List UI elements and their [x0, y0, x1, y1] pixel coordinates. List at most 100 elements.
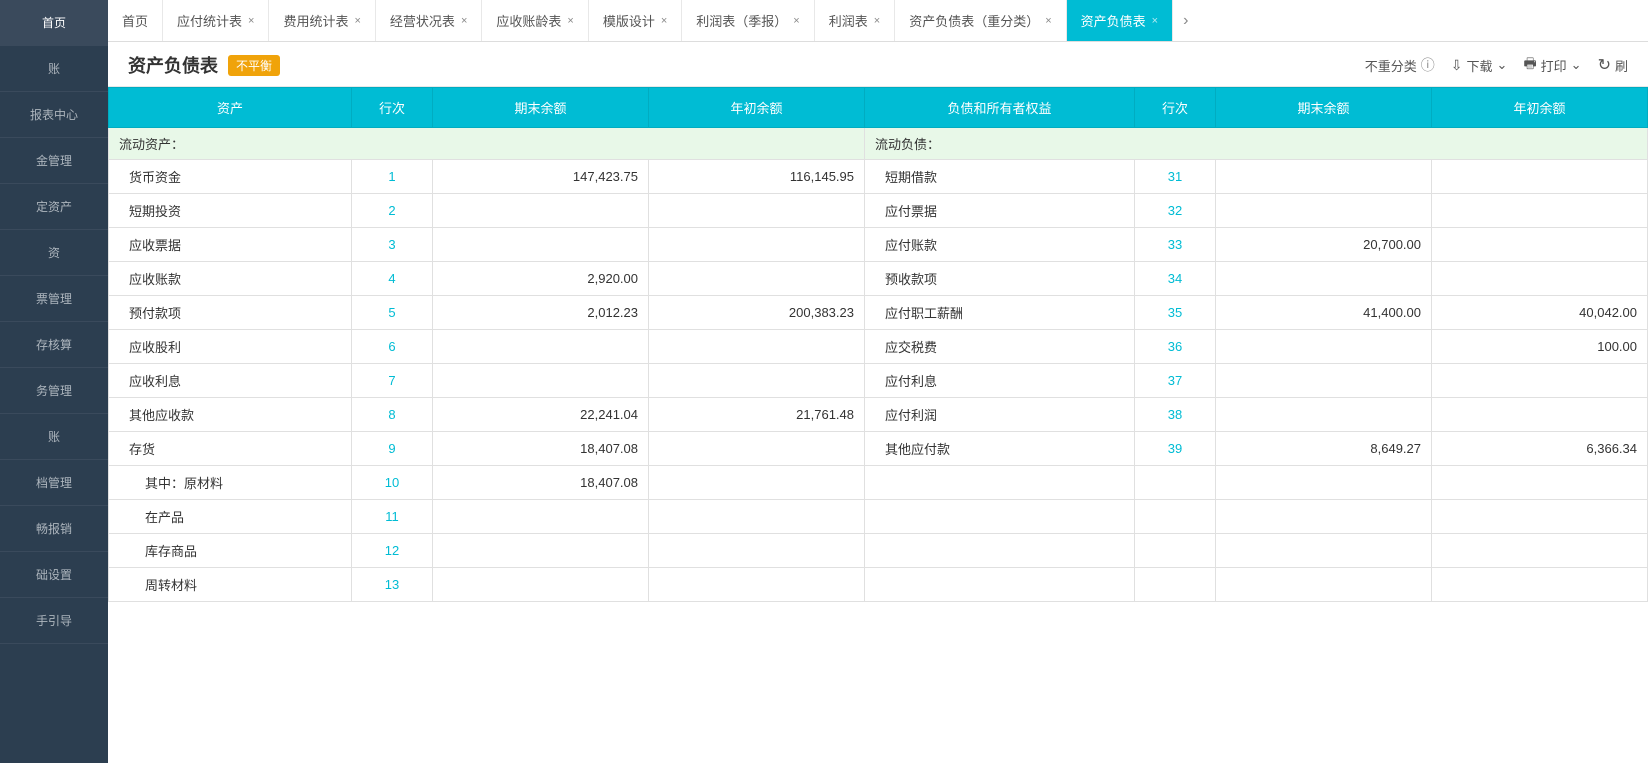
sidebar-item-expense[interactable]: 畅报销 [0, 506, 108, 552]
col-header-begin-balance: 年初余额 [649, 88, 865, 128]
col-header-end-balance2: 期末余额 [1216, 88, 1432, 128]
close-tab-payable-stats[interactable]: × [248, 15, 254, 27]
col-header-row-num: 行次 [352, 88, 433, 128]
close-tab-receivable-aging[interactable]: × [567, 15, 573, 27]
tab-profit[interactable]: 利润表 × [815, 0, 895, 42]
print-action[interactable]: 🖶 打印 ⌄ [1523, 53, 1581, 77]
liability-end-balance [1216, 500, 1432, 534]
refresh-action[interactable]: ↻ 刷 [1598, 55, 1628, 75]
liability-end-balance: 8,649.27 [1216, 432, 1432, 466]
close-tab-balance[interactable]: × [1152, 15, 1158, 27]
section-asset-label: 流动资产： [109, 128, 865, 160]
close-tab-template-design[interactable]: × [661, 15, 667, 27]
liability-label [865, 466, 1135, 500]
liability-begin-balance: 6,366.34 [1432, 432, 1648, 466]
liability-label: 应付职工薪酬 [865, 296, 1135, 330]
sidebar-item-inventory[interactable]: 存核算 [0, 322, 108, 368]
asset-end-balance [433, 500, 649, 534]
table-row: 存货 9 18,407.08 其他应付款 39 8,649.27 6,366.3… [109, 432, 1648, 466]
col-header-liability: 负债和所有者权益 [865, 88, 1135, 128]
tab-operation[interactable]: 经营状况表 × [376, 0, 482, 42]
sidebar-item-bill[interactable]: 票管理 [0, 276, 108, 322]
liability-label: 短期借款 [865, 160, 1135, 194]
table-row: 其中：原材料 10 18,407.08 [109, 466, 1648, 500]
sidebar-item-archive[interactable]: 档管理 [0, 460, 108, 506]
liability-end-balance [1216, 194, 1432, 228]
page-header: 资产负债表 不平衡 不重分类 ⓘ ⇩ 下载 ⌄ 🖶 打印 ⌄ ↻ 刷 [108, 42, 1648, 87]
sidebar-item-tax[interactable]: 务管理 [0, 368, 108, 414]
asset-begin-balance [649, 194, 865, 228]
sidebar-item-ledger[interactable]: 账 [0, 414, 108, 460]
tab-payable-stats[interactable]: 应付统计表 × [163, 0, 269, 42]
liability-label: 应付账款 [865, 228, 1135, 262]
sidebar-item-settings[interactable]: 础设置 [0, 552, 108, 598]
asset-end-balance [433, 534, 649, 568]
download-action[interactable]: ⇩ 下载 ⌄ [1451, 56, 1508, 75]
liability-label: 应付利润 [865, 398, 1135, 432]
asset-row-num: 3 [352, 228, 433, 262]
sidebar-item-account[interactable]: 账 [0, 46, 108, 92]
asset-begin-balance [649, 262, 865, 296]
asset-label: 应收股利 [109, 330, 352, 364]
liability-row-num [1135, 534, 1216, 568]
print-arrow-icon: ⌄ [1571, 57, 1582, 73]
sidebar-item-home[interactable]: 首页 [0, 0, 108, 46]
table-row: 应收票据 3 应付账款 33 20,700.00 [109, 228, 1648, 262]
asset-label: 应收账款 [109, 262, 352, 296]
table-row: 库存商品 12 [109, 534, 1648, 568]
sidebar-item-fund[interactable]: 金管理 [0, 138, 108, 184]
asset-row-num: 5 [352, 296, 433, 330]
liability-end-balance [1216, 262, 1432, 296]
asset-label: 应收利息 [109, 364, 352, 398]
liability-row-num: 33 [1135, 228, 1216, 262]
not-reclassify-action[interactable]: 不重分类 ⓘ [1365, 55, 1435, 75]
tab-scroll-right[interactable]: › [1173, 12, 1198, 30]
liability-label: 应交税费 [865, 330, 1135, 364]
close-tab-profit-quarterly[interactable]: × [793, 15, 799, 27]
close-tab-expense-stats[interactable]: × [354, 15, 360, 27]
table-section-header: 流动资产： 流动负债： [109, 128, 1648, 160]
col-header-asset: 资产 [109, 88, 352, 128]
sidebar: 首页 账 报表中心 金管理 定资产 资 票管理 存核算 务管理 账 档管理 畅报… [0, 0, 108, 763]
tab-balance[interactable]: 资产负债表 × [1067, 0, 1173, 42]
asset-begin-balance [649, 466, 865, 500]
liability-end-balance: 41,400.00 [1216, 296, 1432, 330]
asset-end-balance: 147,423.75 [433, 160, 649, 194]
tab-home[interactable]: 首页 [108, 0, 163, 42]
sidebar-item-fixed-assets[interactable]: 定资产 [0, 184, 108, 230]
liability-row-num [1135, 466, 1216, 500]
table-row: 周转材料 13 [109, 568, 1648, 602]
tab-expense-stats[interactable]: 费用统计表 × [269, 0, 375, 42]
liability-begin-balance: 40,042.00 [1432, 296, 1648, 330]
print-label: 打印 [1541, 56, 1567, 75]
tab-balance-reclassify[interactable]: 资产负债表（重分类） × [895, 0, 1066, 42]
refresh-icon: ↻ [1598, 55, 1611, 75]
close-tab-profit[interactable]: × [874, 15, 880, 27]
liability-begin-balance [1432, 364, 1648, 398]
asset-row-num: 10 [352, 466, 433, 500]
close-tab-balance-reclassify[interactable]: × [1045, 15, 1051, 27]
liability-begin-balance [1432, 228, 1648, 262]
print-icon: 🖶 [1523, 53, 1536, 77]
sidebar-item-report[interactable]: 报表中心 [0, 92, 108, 138]
tab-receivable-aging[interactable]: 应收账龄表 × [482, 0, 588, 42]
sidebar-item-invest[interactable]: 资 [0, 230, 108, 276]
table-row: 货币资金 1 147,423.75 116,145.95 短期借款 31 [109, 160, 1648, 194]
not-reclassify-label: 不重分类 [1365, 56, 1417, 75]
col-header-end-balance: 期末余额 [433, 88, 649, 128]
asset-begin-balance [649, 534, 865, 568]
asset-row-num: 7 [352, 364, 433, 398]
asset-label: 预付款项 [109, 296, 352, 330]
sidebar-item-guide[interactable]: 手引导 [0, 598, 108, 644]
liability-begin-balance [1432, 262, 1648, 296]
asset-label: 在产品 [109, 500, 352, 534]
asset-end-balance [433, 330, 649, 364]
liability-begin-balance [1432, 398, 1648, 432]
section-liability-label: 流动负债： [865, 128, 1648, 160]
liability-begin-balance [1432, 500, 1648, 534]
close-tab-operation[interactable]: × [461, 15, 467, 27]
liability-row-num: 37 [1135, 364, 1216, 398]
asset-begin-balance [649, 228, 865, 262]
tab-template-design[interactable]: 模版设计 × [589, 0, 682, 42]
tab-profit-quarterly[interactable]: 利润表（季报） × [682, 0, 814, 42]
